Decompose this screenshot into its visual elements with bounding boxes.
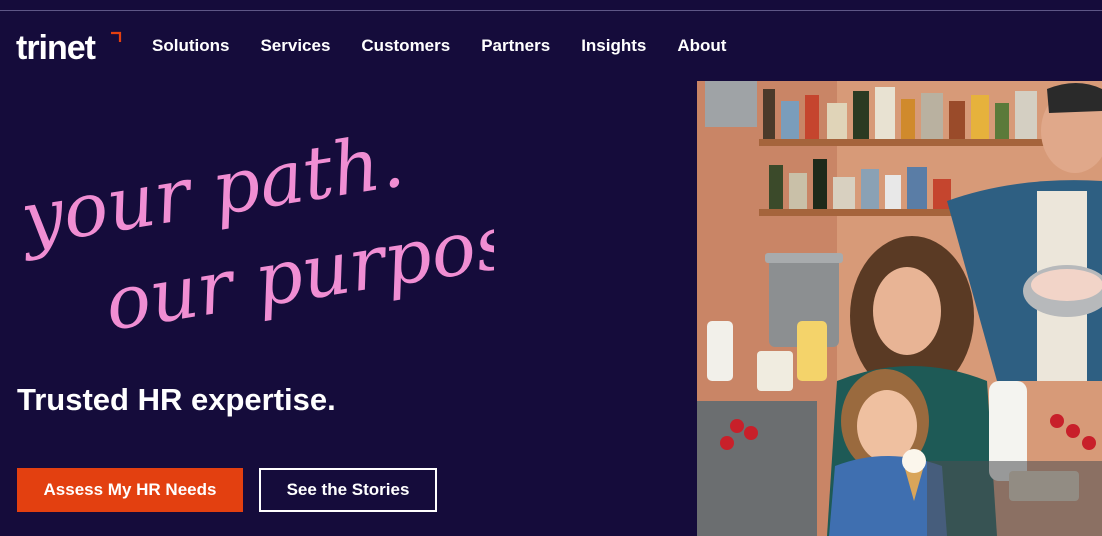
nav-item-partners[interactable]: Partners [481, 36, 550, 56]
assess-hr-needs-button[interactable]: Assess My HR Needs [17, 468, 243, 512]
nav-item-services[interactable]: Services [260, 36, 330, 56]
main-nav: Solutions Services Customers Partners In… [152, 36, 757, 56]
trinet-logo[interactable]: trinet [16, 28, 126, 64]
hero-script-headline: your path. our purpose. [14, 120, 494, 348]
nav-item-customers[interactable]: Customers [361, 36, 450, 56]
logo-text: trinet [16, 29, 96, 64]
hero-subheading: Trusted HR expertise. [17, 382, 336, 417]
family-kitchen-photo [697, 81, 1102, 536]
nav-item-insights[interactable]: Insights [581, 36, 646, 56]
nav-item-solutions[interactable]: Solutions [152, 36, 229, 56]
see-the-stories-button[interactable]: See the Stories [259, 468, 437, 512]
logo-corner-mark [111, 31, 122, 42]
top-divider [0, 10, 1102, 11]
homepage: trinet Solutions Services Customers Part… [0, 0, 1102, 536]
nav-item-about[interactable]: About [677, 36, 726, 56]
